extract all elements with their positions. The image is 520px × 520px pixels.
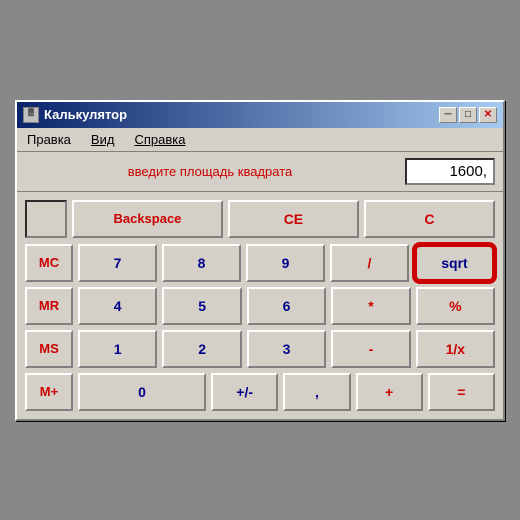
btn-comma[interactable]: , xyxy=(283,373,350,411)
calc-row-4: M+ 0 +/- , + = xyxy=(25,373,495,411)
calc-body: Backspace CE C MC 7 8 9 / sqrt MR 4 5 6 … xyxy=(17,192,503,419)
btn-reciprocal[interactable]: 1/x xyxy=(416,330,495,368)
btn-plus[interactable]: + xyxy=(356,373,423,411)
backspace-button[interactable]: Backspace xyxy=(72,200,223,238)
menu-spravka[interactable]: Справка xyxy=(128,130,191,149)
app-icon: 🖩 xyxy=(23,107,39,123)
menu-vid[interactable]: Вид xyxy=(85,130,121,149)
btn-divide[interactable]: / xyxy=(330,244,409,282)
title-buttons: ─ □ ✕ xyxy=(439,107,497,123)
mplus-button[interactable]: M+ xyxy=(25,373,73,411)
minimize-button[interactable]: ─ xyxy=(439,107,457,123)
btn-2[interactable]: 2 xyxy=(162,330,241,368)
window-title: Калькулятор xyxy=(44,107,127,122)
sqrt-button[interactable]: sqrt xyxy=(414,244,495,282)
top-row: Backspace CE C xyxy=(25,200,495,238)
btn-multiply[interactable]: * xyxy=(331,287,410,325)
ms-button[interactable]: MS xyxy=(25,330,73,368)
btn-sign[interactable]: +/- xyxy=(211,373,278,411)
calc-row-3: MS 1 2 3 - 1/x xyxy=(25,330,495,368)
btn-9[interactable]: 9 xyxy=(246,244,325,282)
btn-equals[interactable]: = xyxy=(428,373,495,411)
calc-row-2: MR 4 5 6 * % xyxy=(25,287,495,325)
mr-button[interactable]: MR xyxy=(25,287,73,325)
btn-4[interactable]: 4 xyxy=(78,287,157,325)
menu-pravka[interactable]: Правка xyxy=(21,130,77,149)
menu-bar: Правка Вид Справка xyxy=(17,128,503,152)
calc-row-1: MC 7 8 9 / sqrt xyxy=(25,244,495,282)
btn-0[interactable]: 0 xyxy=(78,373,206,411)
title-bar: 🖩 Калькулятор ─ □ ✕ xyxy=(17,102,503,128)
btn-5[interactable]: 5 xyxy=(162,287,241,325)
btn-minus[interactable]: - xyxy=(331,330,410,368)
display-area: введите площадь квадрата 1600, xyxy=(17,152,503,192)
calc-grid: MC 7 8 9 / sqrt MR 4 5 6 * % MS 1 2 3 xyxy=(25,244,495,411)
close-button[interactable]: ✕ xyxy=(479,107,497,123)
btn-3[interactable]: 3 xyxy=(247,330,326,368)
display-value: 1600, xyxy=(405,158,495,185)
title-bar-left: 🖩 Калькулятор xyxy=(23,107,127,123)
mc-button[interactable]: MC xyxy=(25,244,73,282)
calculator-window: 🖩 Калькулятор ─ □ ✕ Правка Вид Справка в… xyxy=(15,100,505,421)
btn-6[interactable]: 6 xyxy=(247,287,326,325)
display-hint: введите площадь квадрата xyxy=(25,164,395,179)
maximize-button[interactable]: □ xyxy=(459,107,477,123)
btn-8[interactable]: 8 xyxy=(162,244,241,282)
memory-display xyxy=(25,200,67,238)
ce-button[interactable]: CE xyxy=(228,200,359,238)
btn-1[interactable]: 1 xyxy=(78,330,157,368)
btn-7[interactable]: 7 xyxy=(78,244,157,282)
btn-percent[interactable]: % xyxy=(416,287,495,325)
c-button[interactable]: C xyxy=(364,200,495,238)
